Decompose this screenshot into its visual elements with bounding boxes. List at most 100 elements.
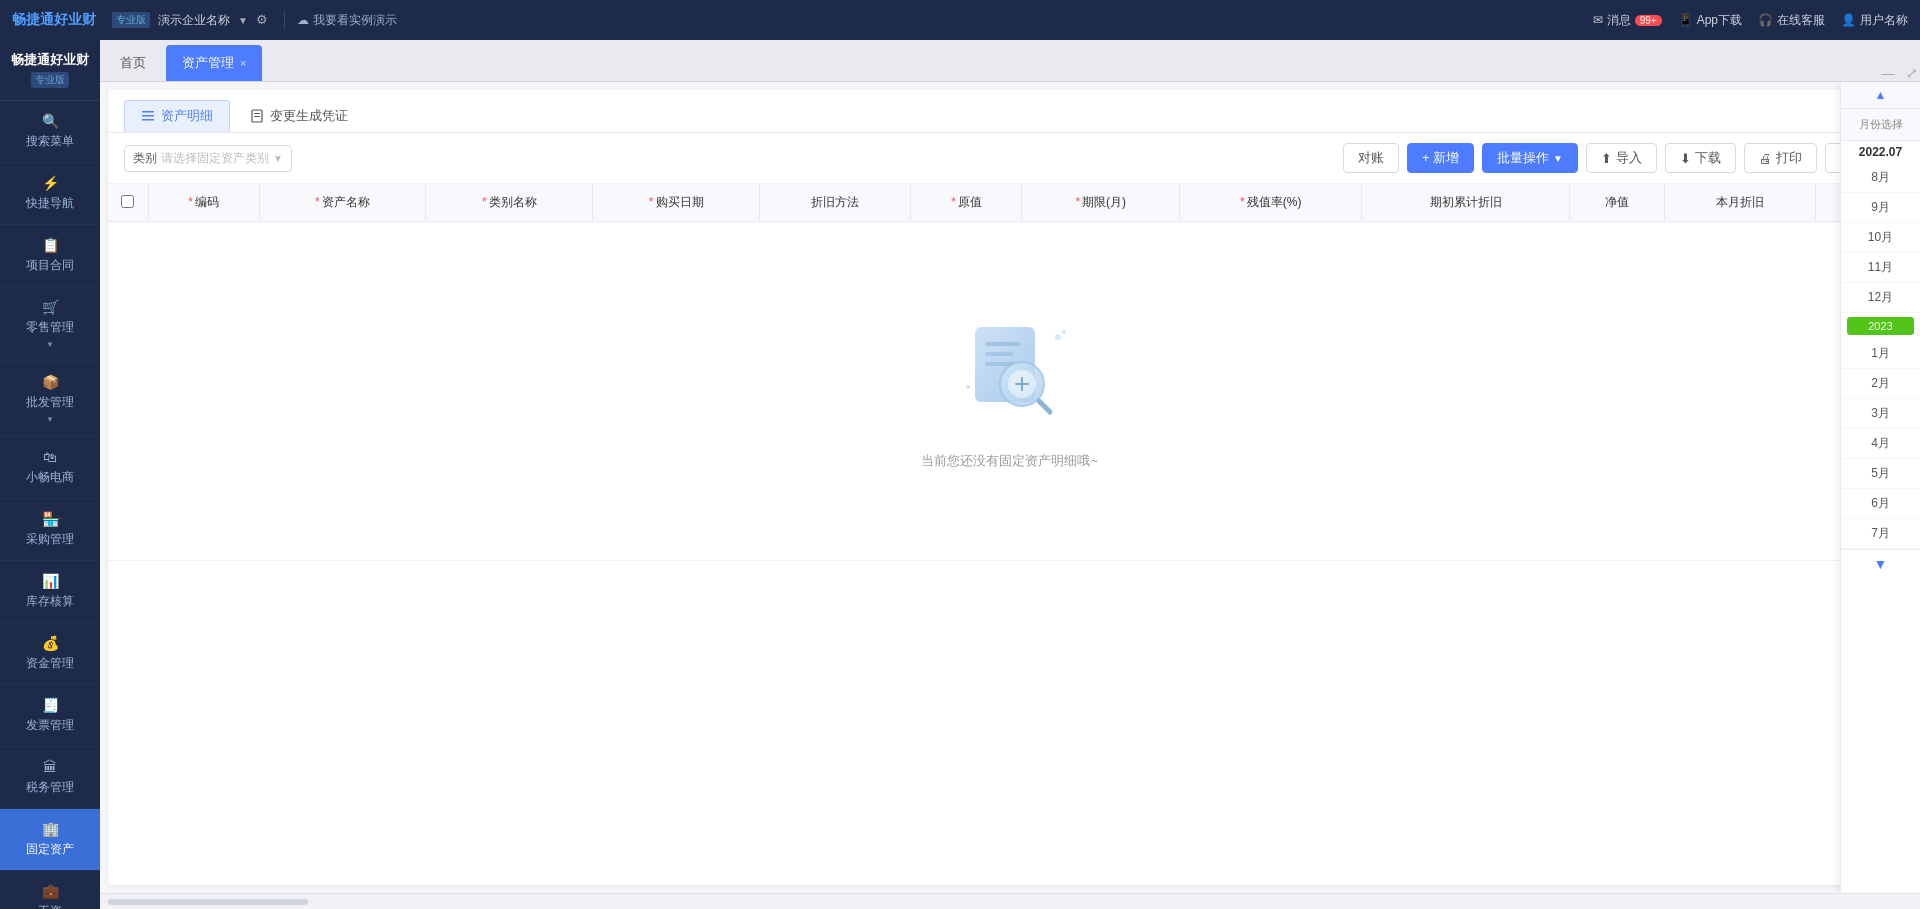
window-maximize-btn[interactable]: ⤢ xyxy=(1904,65,1920,81)
sidebar-item-finance[interactable]: 💰 资金管理 xyxy=(0,623,100,685)
asset-table: *编码 *资产名称 *类别名称 *购买日期 折旧方法 *原值 *期限(月) *残… xyxy=(108,184,1912,561)
user-avatar-btn[interactable]: 👤 用户名称 xyxy=(1841,12,1908,29)
app-logo: 畅捷通好业财 xyxy=(12,11,96,29)
phone-icon: 📱 xyxy=(1678,13,1693,27)
col-original-value: *原值 xyxy=(911,184,1022,222)
toolbar-left: 类别 请选择固定资产类别 ▼ xyxy=(124,145,1335,172)
sidebar-item-wholesale[interactable]: 📦 批发管理 ▼ xyxy=(0,362,100,437)
user-icon: 👤 xyxy=(1841,13,1856,27)
col-net-value: 净值 xyxy=(1569,184,1664,222)
col-category-name: *类别名称 xyxy=(426,184,593,222)
reconcile-btn[interactable]: 对账 xyxy=(1343,143,1399,173)
sidebar-item-search[interactable]: 🔍 搜索菜单 xyxy=(0,101,100,163)
month-item-7[interactable]: 7月 xyxy=(1841,519,1920,549)
month-item-4[interactable]: 4月 xyxy=(1841,429,1920,459)
tab-home[interactable]: 首页 xyxy=(100,45,166,81)
col-depreciation-method: 折旧方法 xyxy=(760,184,911,222)
month-item-2[interactable]: 2月 xyxy=(1841,369,1920,399)
month-panel: ▲ 月份选择 2022.07 8月 9月 10月 11月 12月 2023 1月… xyxy=(1840,82,1920,893)
tab-bar: 首页 资产管理 × — ⤢ xyxy=(100,40,1920,82)
print-btn[interactable]: 🖨 打印 xyxy=(1744,143,1817,173)
sidebar-header: 畅捷通好业财 专业版 xyxy=(0,40,100,101)
svg-line-12 xyxy=(1039,401,1050,412)
download-icon: ⬇ xyxy=(1680,151,1691,166)
month-nav-up-btn[interactable]: ▲ xyxy=(1871,86,1891,104)
sidebar-item-inventory[interactable]: 📊 库存核算 xyxy=(0,561,100,623)
tab-asset-mgmt[interactable]: 资产管理 × xyxy=(166,45,262,81)
online-service-btn[interactable]: 🎧 在线客服 xyxy=(1758,12,1825,29)
top-bar: 畅捷通好业财 专业版 演示企业名称 ▼ ⚙ ☁ 我要看实例演示 ✉ 消息 99+… xyxy=(0,0,1920,40)
sidebar-item-quicknav[interactable]: ⚡ 快捷导航 xyxy=(0,163,100,225)
col-period-months: *期限(月) xyxy=(1022,184,1180,222)
col-month-depr: 本月折旧 xyxy=(1665,184,1816,222)
col-purchase-date: *购买日期 xyxy=(593,184,760,222)
tab-close-icon[interactable]: × xyxy=(240,57,246,69)
window-minimize-btn[interactable]: — xyxy=(1880,65,1896,81)
window-controls: — ⤢ xyxy=(1880,65,1920,81)
month-item-8[interactable]: 8月 xyxy=(1841,163,1920,193)
sidebar-edition: 专业版 xyxy=(31,72,69,88)
batch-ops-btn[interactable]: 批量操作 ▼ xyxy=(1482,143,1578,173)
month-item-11[interactable]: 11月 xyxy=(1841,253,1920,283)
add-btn[interactable]: + 新增 xyxy=(1407,143,1474,173)
month-item-1[interactable]: 1月 xyxy=(1841,339,1920,369)
message-badge: 99+ xyxy=(1635,15,1662,26)
month-item-3[interactable]: 3月 xyxy=(1841,399,1920,429)
edition-badge: 专业版 xyxy=(112,12,150,28)
sidebar-item-fixed-assets[interactable]: 🏢 固定资产 xyxy=(0,809,100,871)
scrollbar-area xyxy=(100,893,1920,909)
main-layout: 畅捷通好业财 专业版 🔍 搜索菜单 ⚡ 快捷导航 📋 项目合同 🛒 零售管理 ▼… xyxy=(0,40,1920,909)
assets-icon: 🏢 xyxy=(42,821,59,837)
month-item-6[interactable]: 6月 xyxy=(1841,489,1920,519)
app-download-btn[interactable]: 📱 App下载 xyxy=(1678,12,1742,29)
sub-tab-bar: 资产明细 变更生成凭证 xyxy=(108,90,1912,133)
year-2023-badge: 2023 xyxy=(1847,317,1914,335)
month-nav-down-btn[interactable]: ▼ xyxy=(1874,556,1888,572)
company-dropdown-arrow[interactable]: ▼ xyxy=(238,15,248,26)
purchase-icon: 🏪 xyxy=(42,511,59,527)
empty-text: 当前您还没有固定资产明细哦~ xyxy=(921,452,1098,470)
gear-icon[interactable]: ⚙ xyxy=(256,12,272,28)
sub-tab-asset-detail[interactable]: 资产明细 xyxy=(124,100,230,132)
month-item-10[interactable]: 10月 xyxy=(1841,223,1920,253)
empty-state: 当前您还没有固定资产明细哦~ xyxy=(116,232,1904,550)
empty-row: 当前您还没有固定资产明细哦~ xyxy=(108,222,1912,561)
sidebar-item-salary[interactable]: 💼 工资 xyxy=(0,871,100,909)
col-checkbox xyxy=(108,184,148,222)
demo-link[interactable]: ☁ 我要看实例演示 xyxy=(297,12,397,29)
sidebar: 畅捷通好业财 专业版 🔍 搜索菜单 ⚡ 快捷导航 📋 项目合同 🛒 零售管理 ▼… xyxy=(0,40,100,909)
retail-arrow: ▼ xyxy=(46,340,54,349)
contract-icon: 📋 xyxy=(42,237,59,253)
svg-point-16 xyxy=(966,385,970,389)
batch-dropdown-icon: ▼ xyxy=(1553,153,1563,164)
import-btn[interactable]: ⬆ 导入 xyxy=(1586,143,1657,173)
category-select[interactable]: 类别 请选择固定资产类别 ▼ xyxy=(124,145,292,172)
month-item-5[interactable]: 5月 xyxy=(1841,459,1920,489)
sidebar-item-ecommerce[interactable]: 🛍 小畅电商 xyxy=(0,437,100,499)
month-panel-bottom: ▼ xyxy=(1841,549,1920,578)
svg-rect-1 xyxy=(142,115,154,117)
print-icon: 🖨 xyxy=(1759,151,1772,166)
retail-icon: 🛒 xyxy=(42,299,59,315)
sub-tab-change-voucher[interactable]: 变更生成凭证 xyxy=(234,101,364,131)
month-item-12[interactable]: 12月 xyxy=(1841,283,1920,313)
sidebar-item-tax[interactable]: 🏛 税务管理 xyxy=(0,747,100,809)
download-btn[interactable]: ⬇ 下载 xyxy=(1665,143,1736,173)
top-bar-left: 畅捷通好业财 专业版 演示企业名称 ▼ ⚙ ☁ 我要看实例演示 xyxy=(12,11,1593,29)
col-code: *编码 xyxy=(148,184,259,222)
toolbar: 类别 请选择固定资产类别 ▼ 对账 + 新增 批量操作 ▼ ⬆ xyxy=(108,133,1912,184)
message-btn[interactable]: ✉ 消息 99+ xyxy=(1593,12,1662,29)
select-all-checkbox[interactable] xyxy=(121,195,134,208)
svg-rect-4 xyxy=(254,113,260,114)
sidebar-item-retail[interactable]: 🛒 零售管理 ▼ xyxy=(0,287,100,362)
month-panel-year-2022: 2022.07 xyxy=(1841,141,1920,163)
company-name[interactable]: 演示企业名称 xyxy=(158,12,230,29)
sidebar-item-project[interactable]: 📋 项目合同 xyxy=(0,225,100,287)
flash-icon: ⚡ xyxy=(42,175,59,191)
sidebar-item-purchase[interactable]: 🏪 采购管理 xyxy=(0,499,100,561)
sidebar-item-invoice[interactable]: 🧾 发票管理 xyxy=(0,685,100,747)
dropdown-arrow-icon: ▼ xyxy=(273,153,283,164)
month-item-9[interactable]: 9月 xyxy=(1841,193,1920,223)
horizontal-scrollbar[interactable] xyxy=(108,899,308,905)
headset-icon: 🎧 xyxy=(1758,13,1773,27)
